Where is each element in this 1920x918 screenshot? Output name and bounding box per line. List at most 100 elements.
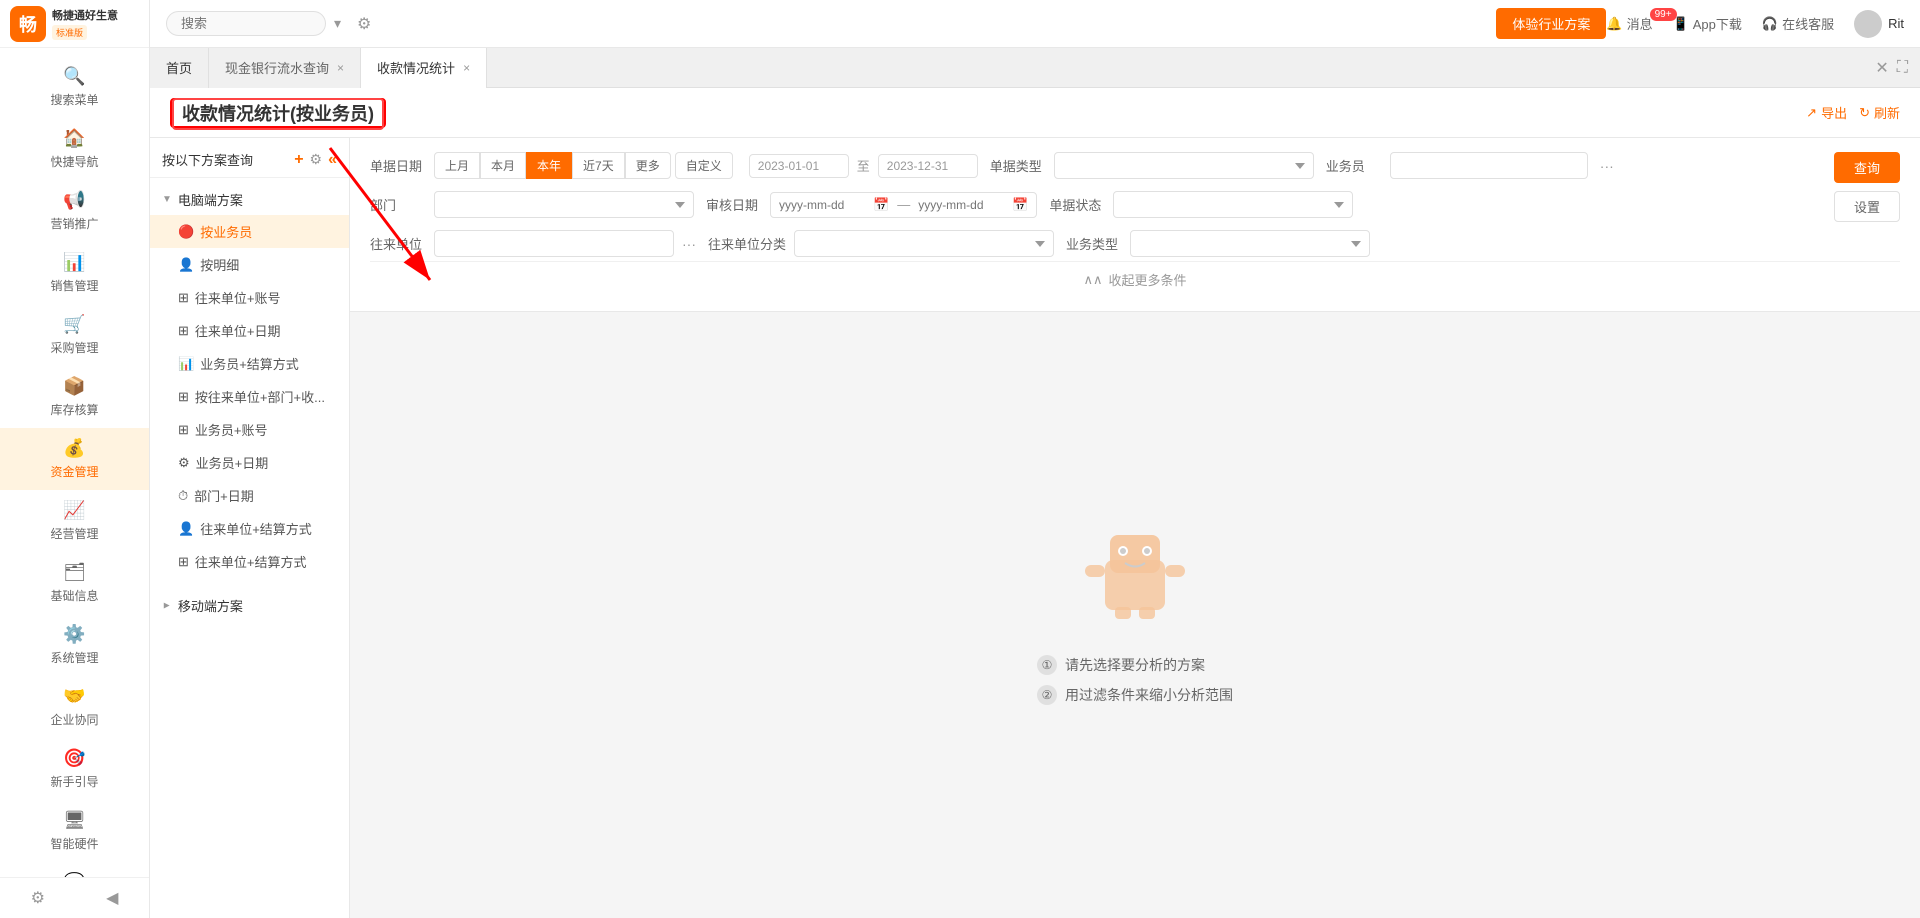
filter-rows: 单据日期 上月 本月 本年 近7天 更多 自定义 [370,152,1814,257]
scheme-item-dept-date[interactable]: ⏱ 部门+日期 [150,479,349,512]
salesperson-more-icon[interactable]: ··· [1600,158,1614,174]
filter-voucher-type-item: 单据类型 [990,152,1314,179]
scheme-item-label-3: 往来单位+日期 [195,321,281,340]
scheme-group-desktop-title[interactable]: ▼ 电脑端方案 [150,184,349,215]
review-date-end-input[interactable] [918,198,1008,212]
business-type-select[interactable] [1130,230,1370,257]
date-btn-7days[interactable]: 近7天 [572,152,625,179]
service-icon: 🎧 [1762,16,1778,32]
scheme-item-salesperson-account[interactable]: ⊞ 业务员+账号 [150,413,349,446]
counterpart-dots-btn[interactable]: ··· [682,236,696,252]
scheme-item-unit-account[interactable]: ⊞ 往来单位+账号 [150,281,349,314]
topbar-notifications[interactable]: 🔔 消息 99+ [1606,14,1652,33]
hardware-icon: 🖥 [63,810,86,831]
export-label: 导出 [1821,103,1847,122]
tab-bank-label: 现金银行流水查询 [225,58,329,77]
scheme-item-salesperson-date[interactable]: ⚙ 业务员+日期 [150,446,349,479]
sidebar-item-shortcut[interactable]: 🏠 快捷导航 [0,118,149,180]
topbar-app-download[interactable]: 📱 App下载 [1673,14,1742,33]
sidebar-item-hardware[interactable]: 🖥 智能硬件 [0,800,149,862]
filter-row-3: 往来单位 ··· 往来单位分类 [370,230,1814,257]
tab-collection-close[interactable]: × [463,61,470,75]
topbar-user-area[interactable]: Rit [1854,10,1904,38]
sidebar-item-enterprise[interactable]: 🤝 企业协同 [0,676,149,738]
scheme-item-icon-3: ⊞ [178,323,189,339]
scheme-group-mobile-title[interactable]: ▼ 移动端方案 [150,590,349,621]
sidebar-item-purchase[interactable]: 🛒 采购管理 [0,304,149,366]
date-end-input[interactable] [878,154,978,178]
sidebar: 畅 畅捷通好生意 标准版 🔍 搜索菜单 🏠 快捷导航 📢 营销推广 📊 销售管理… [0,0,150,918]
sidebar-item-wechat[interactable]: 💬 企业微信 [0,862,149,877]
scheme-item-label-2: 往来单位+账号 [195,288,281,307]
scheme-mobile-expand-arrow: ▼ [161,601,172,611]
scheme-item-by-salesperson[interactable]: 🔴 按业务员 [150,215,349,248]
filter-settings-btn[interactable]: 设置 [1834,191,1900,222]
review-date-icon-2[interactable]: 📅 [1012,197,1028,213]
tab-bank[interactable]: 现金银行流水查询 × [209,48,361,88]
sidebar-item-basic[interactable]: 🗂 基础信息 [0,552,149,614]
scheme-item-detail[interactable]: 👤 按明细 [150,248,349,281]
topbar-search-input[interactable] [166,11,326,36]
topbar-gear-icon[interactable]: ⚙ [357,14,371,34]
tab-home[interactable]: 首页 [150,48,209,88]
date-btn-group: 上月 本月 本年 近7天 更多 自定义 [434,152,733,179]
sidebar-label-search: 搜索菜单 [50,91,98,108]
filter-row-2: 部门 审核日期 📅 — [370,191,1814,218]
scheme-item-unit-settlement-2[interactable]: ⊞ 往来单位+结算方式 [150,545,349,578]
date-btn-this-month[interactable]: 本月 [480,152,526,179]
date-btn-custom[interactable]: 自定义 [675,152,733,179]
export-btn[interactable]: ↗ 导出 [1806,103,1847,122]
date-btn-this-year[interactable]: 本年 [526,152,572,179]
sidebar-item-sales[interactable]: 📊 销售管理 [0,242,149,304]
tab-bank-close[interactable]: × [337,61,344,75]
voucher-status-select[interactable] [1113,191,1353,218]
page-header: 收款情况统计(按业务员) ↗ 导出 ↻ 刷新 [150,88,1920,138]
tab-collection[interactable]: 收款情况统计 × [361,48,487,88]
scheme-item-label-8: 部门+日期 [194,486,254,505]
voucher-type-select[interactable] [1054,152,1314,179]
scheme-expand-arrow: ▼ [162,194,172,205]
dept-select[interactable] [434,191,694,218]
topbar-dropdown-icon[interactable]: ▾ [334,15,341,32]
sidebar-item-system[interactable]: ⚙️ 系统管理 [0,614,149,676]
left-panel-actions: + ⚙ « [294,151,337,169]
topbar-online-service[interactable]: 🎧 在线客服 [1762,14,1834,33]
scheme-settings-btn[interactable]: ⚙ [310,151,323,169]
empty-tip-2: ② 用过滤条件来缩小分析范围 [1037,685,1233,705]
scheme-item-unit-date[interactable]: ⊞ 往来单位+日期 [150,314,349,347]
tab-close-all-icon[interactable]: ✕ [1875,58,1888,78]
left-panel-header: 按以下方案查询 + ⚙ « [150,138,349,178]
date-btn-last-month[interactable]: 上月 [434,152,480,179]
scheme-item-icon-7: ⚙ [178,455,190,471]
sidebar-item-finance[interactable]: 💰 资金管理 [0,428,149,490]
tab-maximize-icon[interactable]: ⛶ [1897,59,1908,77]
date-btn-more[interactable]: 更多 [625,152,671,179]
scheme-item-unit-dept-collect[interactable]: ⊞ 按往来单位+部门+收... [150,380,349,413]
collapse-btn[interactable]: ∧∧ 收起更多条件 [370,261,1900,297]
scheme-item-unit-settlement-1[interactable]: 👤 往来单位+结算方式 [150,512,349,545]
add-scheme-btn[interactable]: + [294,151,303,169]
scheme-collapse-btn[interactable]: « [328,151,337,169]
sidebar-item-search[interactable]: 🔍 搜索菜单 [0,56,149,118]
trial-btn[interactable]: 体验行业方案 [1496,8,1606,39]
sidebar-item-marketing[interactable]: 📢 营销推广 [0,180,149,242]
query-btn[interactable]: 查询 [1834,152,1900,183]
tab-collection-label: 收款情况统计 [377,58,455,77]
tip-text-2: 用过滤条件来缩小分析范围 [1065,685,1233,705]
sidebar-collapse-btn[interactable]: ◀ [106,888,118,908]
review-date-start-input[interactable] [779,198,869,212]
date-start-input[interactable] [749,154,849,178]
scheme-item-salesperson-settlement[interactable]: 📊 业务员+结算方式 [150,347,349,380]
review-date-icon-1[interactable]: 📅 [873,197,889,213]
sidebar-item-inventory[interactable]: 📦 库存核算 [0,366,149,428]
sidebar-item-guide[interactable]: 🎯 新手引导 [0,738,149,800]
salesperson-input[interactable] [1390,152,1588,179]
refresh-btn[interactable]: ↻ 刷新 [1859,103,1900,122]
counterpart-category-select[interactable] [794,230,1054,257]
tabbar: 首页 现金银行流水查询 × 收款情况统计 × ✕ ⛶ [150,48,1920,88]
sidebar-label-finance: 资金管理 [50,463,98,480]
counterpart-input[interactable] [434,230,674,257]
sidebar-item-operation[interactable]: 📈 经营管理 [0,490,149,552]
date-separator: 至 [857,156,870,175]
sidebar-settings-btn[interactable]: ⚙ [31,888,45,908]
